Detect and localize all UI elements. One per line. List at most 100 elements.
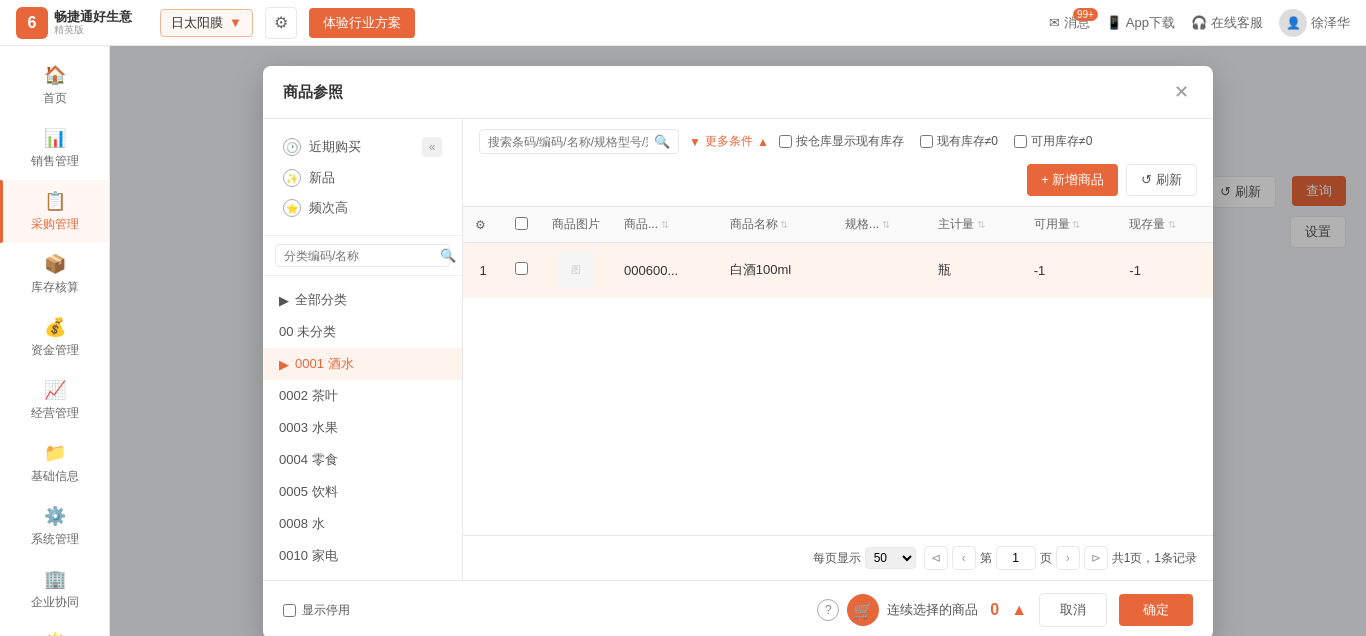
page-input[interactable]: [996, 546, 1036, 570]
cancel-btn[interactable]: 取消: [1039, 593, 1107, 627]
sidebar-item-finance[interactable]: 💰 资金管理: [0, 306, 109, 369]
cart-icon[interactable]: 🛒: [847, 594, 879, 626]
th-spec[interactable]: 规格...: [833, 207, 926, 243]
sidebar-item-purchase[interactable]: 📋 采购管理: [0, 180, 109, 243]
collapse-btn[interactable]: «: [422, 137, 442, 157]
checkbox-available-input[interactable]: [1014, 135, 1027, 148]
sidebar-item-inventory[interactable]: 📦 库存核算: [0, 243, 109, 306]
sidebar-item-guide[interactable]: 🌟 新手引导: [0, 621, 109, 636]
category-all[interactable]: ▶ 全部分类: [263, 284, 462, 316]
checkbox-stock-input[interactable]: [920, 135, 933, 148]
logo-text-main: 畅捷通好生意: [54, 9, 132, 25]
category-1-arrow: ▶: [279, 357, 289, 372]
sidebar-label-inventory: 库存核算: [31, 279, 79, 296]
category-1-label: 0001 酒水: [295, 355, 354, 373]
operations-icon: 📈: [44, 379, 66, 401]
app-icon: 📱: [1106, 15, 1122, 30]
sidebar-item-system[interactable]: ⚙️ 系统管理: [0, 495, 109, 558]
filter-icon: ▼: [689, 135, 701, 149]
nav-app-download[interactable]: 📱 App下载: [1106, 14, 1175, 32]
next-page-btn[interactable]: ›: [1056, 546, 1080, 570]
first-page-btn[interactable]: ⊲: [924, 546, 948, 570]
service-icon: 🎧: [1191, 15, 1207, 30]
row-unit: 瓶: [926, 243, 1022, 298]
search-icon[interactable]: 🔍: [440, 248, 456, 263]
nav-service[interactable]: 🎧 在线客服: [1191, 14, 1263, 32]
last-page-btn[interactable]: ⊳: [1084, 546, 1108, 570]
quick-item-frequent[interactable]: ⭐ 频次高: [275, 193, 450, 223]
th-available[interactable]: 可用量: [1022, 207, 1118, 243]
pagination-bar: 每页显示 50 100 200 ⊲ ‹ 第: [463, 535, 1213, 580]
row-available: -1: [1022, 243, 1118, 298]
sidebar-label-purchase: 采购管理: [31, 216, 79, 233]
product-search-input[interactable]: [488, 135, 648, 149]
sidebar-item-sales[interactable]: 📊 销售管理: [0, 117, 109, 180]
recent-icon: 🕐: [283, 138, 301, 156]
checkbox-warehouse[interactable]: 按仓库显示现有库存: [779, 133, 904, 150]
sidebar-item-enterprise[interactable]: 🏢 企业协同: [0, 558, 109, 621]
checkbox-warehouse-label: 按仓库显示现有库存: [796, 133, 904, 150]
search-product-icon[interactable]: 🔍: [654, 134, 670, 149]
category-6[interactable]: 0008 水: [263, 508, 462, 540]
category-0[interactable]: 00 未分类: [263, 316, 462, 348]
sidebar-item-operations[interactable]: 📈 经营管理: [0, 369, 109, 432]
category-5[interactable]: 0005 饮料: [263, 476, 462, 508]
show-disabled-label: 显示停用: [302, 602, 350, 619]
category-2-label: 0002 茶叶: [279, 387, 338, 405]
row-check[interactable]: [503, 243, 540, 298]
select-all-checkbox[interactable]: [515, 217, 528, 230]
show-disabled-input[interactable]: [283, 604, 296, 617]
checkbox-stock-label: 现有库存≠0: [937, 133, 998, 150]
prev-page-btn[interactable]: ‹: [952, 546, 976, 570]
row-checkbox[interactable]: [515, 262, 528, 275]
quick-item-recent[interactable]: 🕐 近期购买 «: [275, 131, 450, 163]
nav-selector[interactable]: 日太阳膜 ▼: [160, 9, 253, 37]
sidebar-label-finance: 资金管理: [31, 342, 79, 359]
left-panel: 🕐 近期购买 « ✨ 新品 ⭐ 频次高: [263, 119, 463, 580]
sidebar-label-system: 系统管理: [31, 531, 79, 548]
th-code[interactable]: 商品...: [612, 207, 718, 243]
inventory-icon: 📦: [44, 253, 66, 275]
category-7[interactable]: 0010 家电: [263, 540, 462, 572]
per-page-dropdown[interactable]: 50 100 200: [865, 547, 916, 569]
nav-message[interactable]: ✉ 消息 99+: [1049, 14, 1090, 32]
show-disabled-checkbox[interactable]: 显示停用: [283, 602, 350, 619]
category-search-input[interactable]: [284, 249, 434, 263]
table-toolbar: 🔍 ▼ 更多条件 ▲ 按仓库显示现有库存: [463, 119, 1213, 207]
th-settings[interactable]: ⚙: [463, 207, 503, 243]
cart-area: ? 🛒 连续选择的商品 0 ▲: [817, 594, 1027, 626]
confirm-btn[interactable]: 确定: [1119, 594, 1193, 626]
refresh-btn[interactable]: ↺ 刷新: [1126, 164, 1197, 196]
nav-service-text: 在线客服: [1211, 14, 1263, 32]
help-icon[interactable]: ?: [817, 599, 839, 621]
sidebar-label-sales: 销售管理: [31, 153, 79, 170]
th-check[interactable]: [503, 207, 540, 243]
checkbox-stock[interactable]: 现有库存≠0: [920, 133, 998, 150]
collapse-footer-btn[interactable]: ▲: [1011, 601, 1027, 619]
try-btn[interactable]: 体验行业方案: [309, 8, 415, 38]
category-3[interactable]: 0003 水果: [263, 412, 462, 444]
th-unit[interactable]: 主计量: [926, 207, 1022, 243]
modal-close-btn[interactable]: ✕: [1169, 80, 1193, 104]
checkbox-available[interactable]: 可用库存≠0: [1014, 133, 1092, 150]
table-row[interactable]: 1 图 000600... 白酒100ml: [463, 243, 1213, 298]
category-2[interactable]: 0002 茶叶: [263, 380, 462, 412]
quick-label-recent: 近期购买: [309, 138, 361, 156]
add-product-btn[interactable]: + 新增商品: [1027, 164, 1118, 196]
nav-user[interactable]: 👤 徐泽华: [1279, 9, 1350, 37]
category-4[interactable]: 0004 零食: [263, 444, 462, 476]
nav-dropdown-arrow: ▼: [229, 15, 242, 30]
quick-item-new[interactable]: ✨ 新品: [275, 163, 450, 193]
filter-up-icon: ▲: [757, 135, 769, 149]
th-stock[interactable]: 现存量: [1117, 207, 1213, 243]
nav-right: ✉ 消息 99+ 📱 App下载 🎧 在线客服 👤 徐泽华: [1049, 9, 1350, 37]
checkbox-warehouse-input[interactable]: [779, 135, 792, 148]
checkbox-group: 按仓库显示现有库存 现有库存≠0 可用库存≠0: [779, 133, 1093, 150]
sidebar-item-basic[interactable]: 📁 基础信息: [0, 432, 109, 495]
sidebar-item-home[interactable]: 🏠 首页: [0, 54, 109, 117]
th-name[interactable]: 商品名称: [718, 207, 833, 243]
category-1[interactable]: ▶ 0001 酒水: [263, 348, 462, 380]
settings-icon[interactable]: ⚙: [265, 7, 297, 39]
more-filter-btn[interactable]: ▼ 更多条件 ▲: [689, 133, 769, 150]
main-layout: 🏠 首页 📊 销售管理 📋 采购管理 📦 库存核算 💰 资金管理 📈 经营管理 …: [0, 46, 1366, 636]
